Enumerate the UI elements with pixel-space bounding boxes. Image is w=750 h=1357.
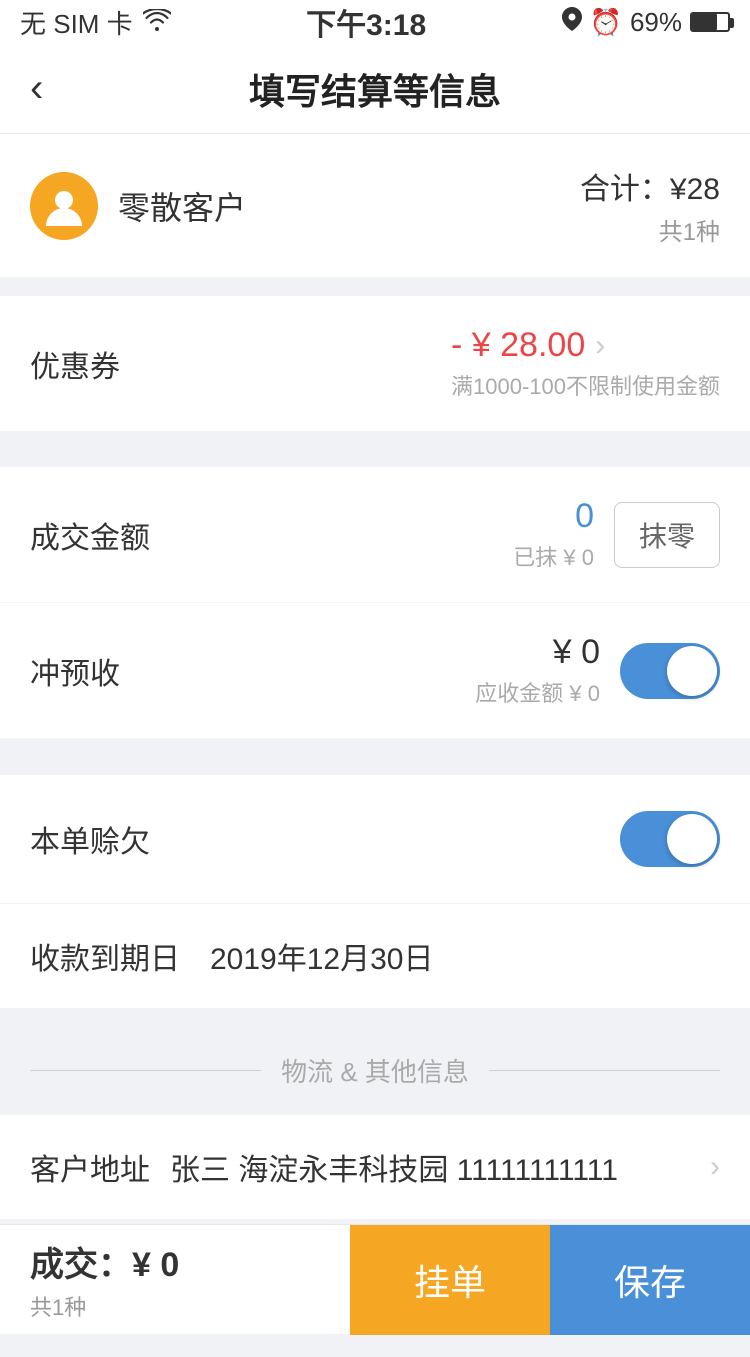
logistics-line-left [30, 1070, 261, 1071]
status-right: ⏰ 69% [562, 7, 730, 38]
transaction-section: 成交金额 0 已抹 ¥ 0 抹零 冲预收 ¥ 0 应收金额 ¥ 0 [0, 467, 750, 739]
coupon-label: 优惠券 [30, 342, 120, 386]
coupon-row[interactable]: 优惠券 - ¥ 28.00 › 满1000-100不限制使用金额 [0, 295, 750, 431]
coupon-right: - ¥ 28.00 › 满1000-100不限制使用金额 [451, 326, 720, 401]
prepayment-value-wrap: ¥ 0 应收金额 ¥ 0 [475, 633, 600, 708]
status-time: 下午3:18 [306, 0, 426, 44]
round-zero-button[interactable]: 抹零 [614, 502, 720, 568]
transaction-label: 成交金额 [30, 513, 150, 557]
hold-button[interactable]: 挂单 [350, 1225, 550, 1335]
prepayment-label: 冲预收 [30, 649, 120, 693]
customer-row: 零散客户 合计：¥28 共1种 [0, 134, 750, 277]
debt-toggle[interactable] [620, 811, 720, 867]
prepayment-row: 冲预收 ¥ 0 应收金额 ¥ 0 [0, 603, 750, 739]
nav-bar: ‹ 填写结算等信息 [0, 44, 750, 134]
customer-total: 合计：¥28 [580, 164, 720, 208]
debt-label: 本单赊欠 [30, 817, 150, 861]
prepayment-toggle[interactable] [620, 643, 720, 699]
content: 零散客户 合计：¥28 共1种 优惠券 - ¥ 28.00 › 满1000-10… [0, 134, 750, 1357]
back-button[interactable]: ‹ [30, 66, 43, 111]
transaction-right: 0 已抹 ¥ 0 抹零 [513, 497, 720, 572]
logistics-line-right [489, 1070, 720, 1071]
prepayment-value: ¥ 0 [475, 633, 600, 672]
address-section: 客户地址 张三 海淀永丰科技园 11111111111 › [0, 1115, 750, 1219]
bottom-summary-label: 成交： [30, 1246, 132, 1284]
customer-count: 共1种 [580, 212, 720, 247]
address-value: 张三 海淀永丰科技园 11111111111 [150, 1145, 710, 1189]
bottom-summary-value: ¥ 0 [132, 1246, 179, 1284]
due-date-value: 2019年12月30日 [210, 934, 433, 978]
bottom-bar: 成交：¥ 0 共1种 挂单 保存 [0, 1224, 750, 1334]
coupon-section: 优惠券 - ¥ 28.00 › 满1000-100不限制使用金额 [0, 295, 750, 431]
section-divider-2 [0, 757, 750, 775]
customer-left: 零散客户 [30, 172, 246, 240]
bottom-summary: 成交：¥ 0 共1种 [0, 1237, 350, 1322]
logistics-label: 物流 & 其他信息 [261, 1052, 489, 1089]
bottom-summary-count: 共1种 [30, 1290, 320, 1322]
due-date-label: 收款到期日 [30, 934, 180, 978]
coupon-desc: 满1000-100不限制使用金额 [451, 369, 720, 401]
prepayment-right: ¥ 0 应收金额 ¥ 0 [475, 633, 720, 708]
coupon-amount: - ¥ 28.00 [451, 326, 585, 365]
transaction-value: 0 [513, 497, 594, 536]
save-button[interactable]: 保存 [550, 1225, 750, 1335]
status-left: 无 SIM 卡 [20, 4, 171, 41]
date-row: 收款到期日 2019年12月30日 [0, 903, 750, 1008]
debt-row: 本单赊欠 [0, 775, 750, 903]
prepayment-sub: 应收金额 ¥ 0 [475, 676, 600, 708]
bottom-summary-top: 成交：¥ 0 [30, 1237, 320, 1286]
transaction-sub: 已抹 ¥ 0 [513, 540, 594, 572]
address-row[interactable]: 客户地址 张三 海淀永丰科技园 11111111111 › [0, 1115, 750, 1219]
location-icon [562, 7, 582, 38]
alarm-icon: ⏰ [590, 7, 622, 38]
address-chevron-icon: › [710, 1150, 720, 1184]
transaction-row: 成交金额 0 已抹 ¥ 0 抹零 [0, 467, 750, 603]
logistics-divider: 物流 & 其他信息 [0, 1026, 750, 1115]
battery-icon [690, 12, 730, 32]
sim-label: 无 SIM 卡 [20, 4, 133, 41]
debt-toggle-knob [667, 814, 717, 864]
status-bar: 无 SIM 卡 下午3:18 ⏰ 69% [0, 0, 750, 44]
customer-avatar [30, 172, 98, 240]
customer-section: 零散客户 合计：¥28 共1种 [0, 134, 750, 277]
debt-section: 本单赊欠 收款到期日 2019年12月30日 [0, 775, 750, 1008]
transaction-value-wrap: 0 已抹 ¥ 0 [513, 497, 594, 572]
address-label: 客户地址 [30, 1145, 150, 1189]
section-divider-1 [0, 449, 750, 467]
toggle-knob [667, 646, 717, 696]
customer-name: 零散客户 [118, 183, 246, 229]
wifi-icon [143, 7, 171, 38]
customer-right: 合计：¥28 共1种 [580, 164, 720, 247]
coupon-chevron-icon: › [595, 329, 605, 363]
battery-percent: 69% [630, 7, 682, 38]
page-title: 填写结算等信息 [249, 63, 501, 115]
